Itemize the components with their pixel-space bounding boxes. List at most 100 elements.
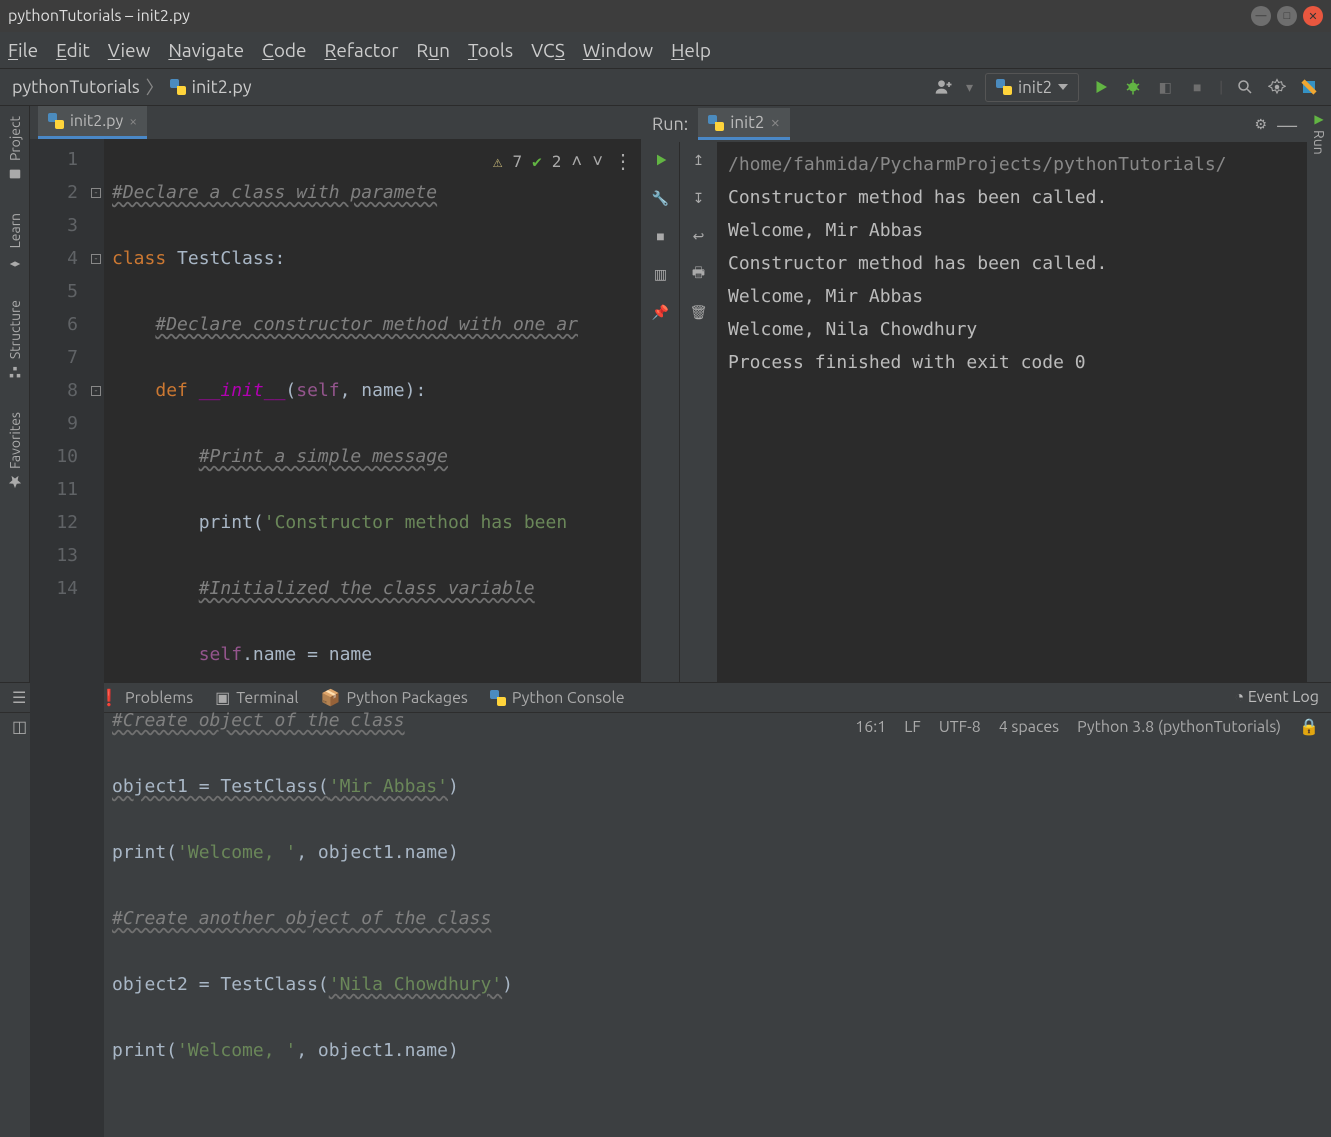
layout-icon[interactable]: ▥ [651,264,671,284]
more-icon[interactable]: ⋮ [613,145,633,178]
prev-highlight-icon[interactable]: ˄ [571,145,582,178]
structure-tool-button[interactable]: Structure [7,294,23,385]
python-icon [996,79,1012,95]
titlebar: pythonTutorials – init2.py — □ ✕ [0,0,1331,32]
check-icon: ✔ [532,145,542,178]
menu-vcs[interactable]: VCS [531,39,565,61]
menu-tools[interactable]: Tools [468,39,513,61]
menu-refactor[interactable]: Refactor [325,39,399,61]
interpreter-label[interactable]: Python 3.8 (pythonTutorials) [1077,718,1281,736]
menubar: File Edit View Navigate Code Refactor Ru… [0,32,1331,68]
print-icon[interactable]: 🖶 [689,264,709,284]
scroll-up-icon[interactable]: ↥ [689,150,709,170]
scroll-down-icon[interactable]: ↧ [689,188,709,208]
project-tool-button[interactable]: Project [7,110,23,187]
search-button[interactable] [1235,77,1255,97]
console-line: Welcome, Mir Abbas [728,214,1297,247]
line-gutter: 12 34 56 78 910 1112 1314 [30,139,88,1137]
run-tool-button[interactable]: Run [1311,130,1327,155]
ide-features-icon[interactable] [1299,77,1319,97]
editor-tabs: init2.py × [30,106,641,139]
console-line: Constructor method has been called. [728,247,1297,280]
code-content[interactable]: #Declare a class with paramete class Tes… [104,139,641,1137]
stop-button[interactable]: ■ [1187,77,1207,97]
console-output[interactable]: /home/fahmida/PycharmProjects/pythonTuto… [718,142,1307,682]
breadcrumb: pythonTutorials 〉 init2.py [12,74,252,100]
run-header: Run: init2 × ⚙ — [642,106,1307,142]
close-tab-icon[interactable]: × [129,113,137,129]
code-editor[interactable]: 12 34 56 78 910 1112 1314 - - - #Declare… [30,139,641,1137]
indent-setting[interactable]: 4 spaces [999,718,1059,736]
run-configuration-selector[interactable]: init2 [985,73,1079,102]
run-button[interactable] [1091,77,1111,97]
cursor-position[interactable]: 16:1 [855,718,886,736]
menu-navigate[interactable]: Navigate [168,39,244,61]
trash-icon[interactable]: 🗑 [689,302,709,322]
settings-button[interactable] [1267,77,1287,97]
inspection-widget[interactable]: ⚠ 7 ✔ 2 ˄ ˅ ⋮ [493,145,633,178]
ok-count: 2 [552,145,562,178]
soft-wrap-icon[interactable]: ↩ [689,226,709,246]
breadcrumb-file[interactable]: init2.py [192,77,252,97]
rerun-button[interactable] [651,150,671,170]
debug-button[interactable] [1123,77,1143,97]
run-body: 🔧 ■ ▥ 📌 ↥ ↧ ↩ 🖶 🗑 /home/fahmida/PycharmP… [642,142,1307,682]
fold-end-icon[interactable]: - [91,386,101,396]
favorites-tool-button[interactable]: Favorites [7,406,23,495]
menu-view[interactable]: View [108,39,151,61]
console-actions-rail: ↥ ↧ ↩ 🖶 🗑 [680,142,718,682]
event-log-button[interactable]: ◔ Event Log [1234,688,1319,707]
run-tab[interactable]: init2 × [698,108,790,140]
pin-icon[interactable]: 📌 [651,302,671,322]
left-tool-rail: Project Learn Structure Favorites [0,106,30,682]
menu-help[interactable]: Help [671,39,711,61]
console-line: Process finished with exit code 0 [728,346,1297,379]
run-settings-icon[interactable]: ⚙ [1255,116,1268,133]
editor-tab-init2[interactable]: init2.py × [38,106,147,139]
maximize-button[interactable]: □ [1277,6,1297,26]
learn-tool-button[interactable]: Learn [7,207,23,274]
python-file-icon [48,113,64,129]
window-title: pythonTutorials – init2.py [8,7,190,25]
console-line: Constructor method has been called. [728,181,1297,214]
run-tool-window: Run: init2 × ⚙ — 🔧 ■ ▥ 📌 ↥ ↧ ↩ 🖶 [642,106,1307,682]
user-add-icon[interactable] [934,77,954,97]
wrench-icon[interactable]: 🔧 [651,188,671,208]
close-button[interactable]: ✕ [1303,6,1323,26]
fold-icon[interactable]: - [91,254,101,264]
menu-edit[interactable]: Edit [56,39,90,61]
console-line: Welcome, Nila Chowdhury [728,313,1297,346]
menu-window[interactable]: Window [583,39,653,61]
next-highlight-icon[interactable]: ˅ [592,145,603,178]
lock-icon[interactable]: 🔒 [1299,717,1319,736]
status-widget-icon[interactable]: ◫ [12,717,27,736]
fold-icon[interactable]: - [91,188,101,198]
console-line: Welcome, Mir Abbas [728,280,1297,313]
tab-label: init2.py [70,112,123,130]
chevron-down-icon [1058,84,1068,90]
right-tool-rail: ▶ Run [1307,106,1331,682]
run-actions-rail: 🔧 ■ ▥ 📌 [642,142,680,682]
run-rail-icon: ▶ [1314,112,1323,126]
python-file-icon [170,79,186,95]
file-encoding[interactable]: UTF-8 [939,718,981,736]
breadcrumb-project[interactable]: pythonTutorials [12,77,140,97]
minimize-panel-icon[interactable]: — [1277,113,1297,136]
python-icon [708,115,724,131]
close-run-tab-icon[interactable]: × [770,113,780,132]
run-config-label: init2 [1018,78,1052,97]
console-line: /home/fahmida/PycharmProjects/pythonTuto… [728,148,1297,181]
warning-count: 7 [512,145,522,178]
run-title: Run: [652,114,688,134]
minimize-button[interactable]: — [1251,6,1271,26]
main-area: Project Learn Structure Favorites init2.… [0,106,1331,682]
menu-file[interactable]: File [8,39,38,61]
menu-code[interactable]: Code [262,39,306,61]
breadcrumb-sep-icon: 〉 [146,74,164,100]
run-coverage-button[interactable]: ◧ [1155,77,1175,97]
menu-run[interactable]: Run [416,39,450,61]
stop-process-button[interactable]: ■ [651,226,671,246]
navigation-toolbar: pythonTutorials 〉 init2.py ▾ init2 ◧ ■ | [0,68,1331,106]
line-separator[interactable]: LF [904,718,921,736]
run-tab-label: init2 [730,113,764,132]
